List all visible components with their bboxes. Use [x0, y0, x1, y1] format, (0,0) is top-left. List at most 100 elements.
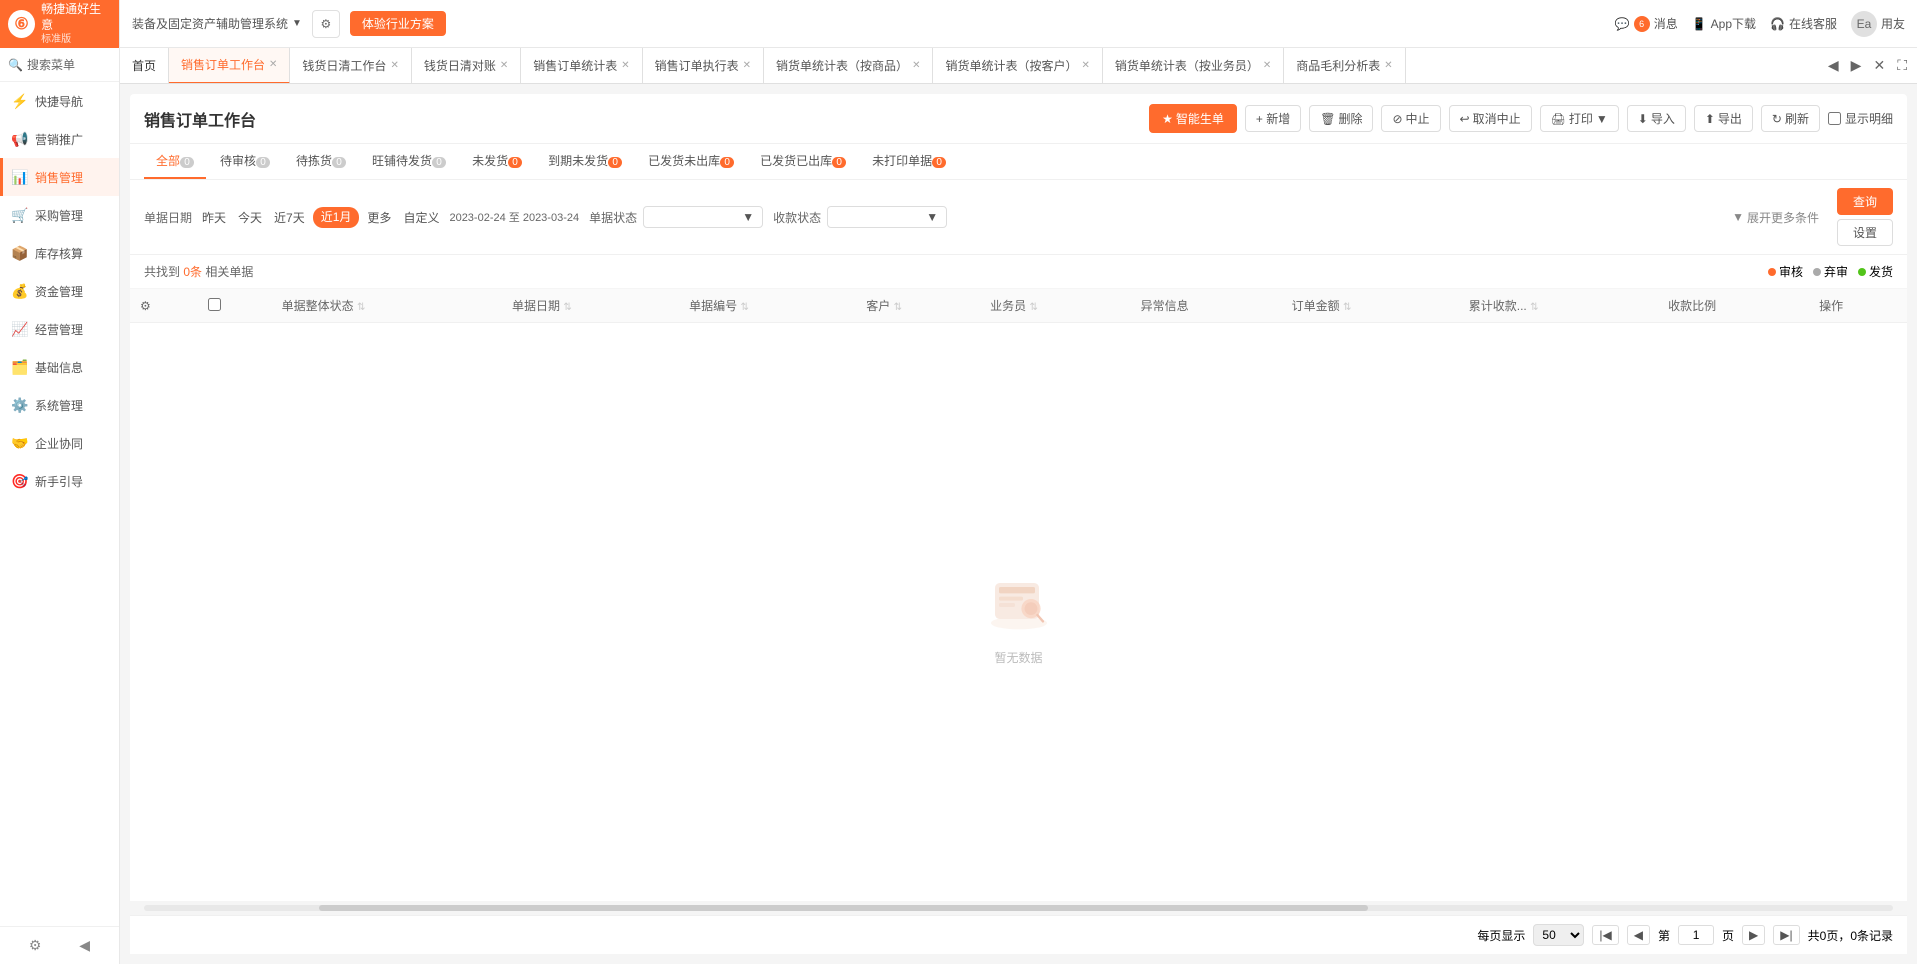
sidebar-item-basic-info[interactable]: 🗂️ 基础信息 [0, 348, 119, 386]
date-opt-1month[interactable]: 近1月 [313, 207, 360, 228]
sidebar-item-guide[interactable]: 🎯 新手引导 [0, 462, 119, 500]
sidebar-item-finance[interactable]: 💰 资金管理 [0, 272, 119, 310]
date-opt-custom[interactable]: 自定义 [399, 207, 443, 228]
tab-close-sales-workbench[interactable]: ✕ [269, 59, 277, 70]
page-input[interactable] [1678, 925, 1714, 945]
col-received[interactable]: 累计收款... ⇅ [1459, 289, 1658, 323]
user-menu-btn[interactable]: Ea 用友 [1851, 11, 1905, 37]
stop-icon: ⊘ [1392, 112, 1402, 126]
tab-close-cash-daily[interactable]: ✕ [390, 60, 398, 71]
col-bill-date[interactable]: 单据日期 ⇅ [502, 289, 679, 323]
expand-filter-btn[interactable]: ▼ 展开更多条件 [1732, 209, 1819, 226]
topbar-settings-btn[interactable]: ⚙ [312, 10, 340, 38]
sidebar-item-marketing[interactable]: 📢 营销推广 [0, 120, 119, 158]
tab-sales-exec[interactable]: 销售订单执行表 ✕ [643, 48, 764, 84]
date-opt-7days[interactable]: 近7天 [270, 207, 309, 228]
tab-close-sales-summary-product[interactable]: ✕ [912, 60, 920, 71]
query-btn[interactable]: 查询 [1837, 188, 1893, 215]
sidebar-item-cooperation[interactable]: 🤝 企业协同 [0, 424, 119, 462]
sub-tab-not-shipped[interactable]: 未发货0 [460, 144, 534, 179]
sub-tab-wangpu-pending[interactable]: 旺铺待发货0 [360, 144, 458, 179]
set-btn[interactable]: 设置 [1837, 219, 1893, 246]
col-customer[interactable]: 客户 ⇅ [856, 289, 980, 323]
print-btn[interactable]: 🖨 打印 ▼ [1540, 105, 1619, 132]
app-download-btn[interactable]: 📱 App下载 [1692, 15, 1756, 32]
page-last-btn[interactable]: ▶| [1773, 925, 1799, 945]
select-all-checkbox[interactable] [208, 298, 221, 311]
settings-bottom-icon[interactable]: ⚙ [29, 937, 42, 954]
tabs-maximize-btn[interactable]: ⛶ [1893, 55, 1911, 76]
refresh-btn[interactable]: ↻ 刷新 [1761, 105, 1820, 132]
count-value: 0条 [183, 265, 202, 279]
sub-tab-not-printed[interactable]: 未打印单据0 [860, 144, 958, 179]
status-select[interactable]: ▼ [643, 206, 763, 228]
sidebar-item-system[interactable]: ⚙️ 系统管理 [0, 386, 119, 424]
sub-tab-pending-review[interactable]: 待审核0 [208, 144, 282, 179]
sub-tab-shipped-not-in[interactable]: 已发货未出库0 [636, 144, 746, 179]
delete-btn[interactable]: 🗑 删除 [1309, 105, 1373, 132]
revoke-action[interactable]: 弃审 [1813, 263, 1848, 280]
tab-sales-summary-product[interactable]: 销货单统计表（按商品） ✕ [764, 48, 933, 84]
sidebar-item-sales[interactable]: 📊 销售管理 [0, 158, 119, 196]
new-btn[interactable]: + 新增 [1245, 105, 1301, 132]
search-menu-btn[interactable]: 🔍 搜索菜单 [0, 48, 119, 82]
system-selector[interactable]: 装备及固定资产辅助管理系统 ▼ [132, 15, 302, 32]
col-bill-no[interactable]: 单据编号 ⇅ [679, 289, 856, 323]
message-btn[interactable]: 💬 6 消息 [1615, 15, 1678, 32]
show-detail-checkbox-label[interactable]: 显示明细 [1828, 110, 1893, 127]
collapse-sidebar-btn[interactable]: ◀ [79, 937, 90, 954]
tab-sales-stats[interactable]: 销售订单统计表 ✕ [521, 48, 642, 84]
tab-close-sales-exec[interactable]: ✕ [743, 60, 751, 71]
date-opt-today[interactable]: 今天 [234, 207, 266, 228]
page-next-btn[interactable]: ▶ [1742, 925, 1765, 945]
col-checkbox[interactable] [198, 289, 271, 323]
col-amount[interactable]: 订单金额 ⇅ [1282, 289, 1459, 323]
page-first-btn[interactable]: |◀ [1592, 925, 1618, 945]
ship-action[interactable]: 发货 [1858, 263, 1893, 280]
sub-tab-shipped-in[interactable]: 已发货已出库0 [748, 144, 858, 179]
sidebar-item-inventory[interactable]: 📦 库存核算 [0, 234, 119, 272]
tab-sales-summary-staff[interactable]: 销货单统计表（按业务员） ✕ [1103, 48, 1284, 84]
tab-close-sales-summary-staff[interactable]: ✕ [1263, 60, 1271, 71]
export-btn[interactable]: ⬆ 导出 [1694, 105, 1753, 132]
sub-tab-pending-pick[interactable]: 待拣货0 [284, 144, 358, 179]
import-btn[interactable]: ⬇ 导入 [1627, 105, 1686, 132]
cancel-stop-btn[interactable]: ↩ 取消中止 [1449, 105, 1532, 132]
review-action[interactable]: 审核 [1768, 263, 1803, 280]
sub-tab-expired-not-shipped[interactable]: 到期未发货0 [536, 144, 634, 179]
tab-close-sales-summary-customer[interactable]: ✕ [1081, 60, 1089, 71]
industry-btn[interactable]: 体验行业方案 [350, 11, 446, 36]
date-opt-more[interactable]: 更多 [363, 207, 395, 228]
sidebar-item-operation[interactable]: 📈 经营管理 [0, 310, 119, 348]
stop-btn[interactable]: ⊘ 中止 [1381, 105, 1440, 132]
tabs-next-btn[interactable]: ▶ [1847, 55, 1866, 76]
sub-tab-all[interactable]: 全部0 [144, 144, 206, 179]
scrollbar-track[interactable] [144, 905, 1893, 911]
tab-cash-reconcile[interactable]: 钱货日清对账 ✕ [412, 48, 521, 84]
tab-cash-daily[interactable]: 钱货日清工作台 ✕ [290, 48, 411, 84]
tab-close-cash-reconcile[interactable]: ✕ [500, 60, 508, 71]
col-staff[interactable]: 业务员 ⇅ [980, 289, 1130, 323]
horizontal-scrollbar[interactable] [130, 901, 1907, 915]
tab-close-product-margin[interactable]: ✕ [1384, 60, 1392, 71]
tabs-prev-btn[interactable]: ◀ [1824, 55, 1843, 76]
tab-product-margin[interactable]: 商品毛利分析表 ✕ [1284, 48, 1405, 84]
tab-close-sales-stats[interactable]: ✕ [621, 60, 629, 71]
col-bill-status[interactable]: 单据整体状态 ⇅ [272, 289, 502, 323]
tab-home[interactable]: 首页 [120, 48, 169, 84]
tab-sales-workbench[interactable]: 销售订单工作台 ✕ [169, 48, 290, 84]
sidebar-item-purchase[interactable]: 🛒 采购管理 [0, 196, 119, 234]
col-settings[interactable]: ⚙ [130, 289, 198, 323]
sidebar-item-quick-nav[interactable]: ⚡ 快捷导航 [0, 82, 119, 120]
import-icon: ⬇ [1638, 112, 1648, 126]
page-prev-btn[interactable]: ◀ [1627, 925, 1650, 945]
tab-sales-summary-customer[interactable]: 销货单统计表（按客户） ✕ [933, 48, 1102, 84]
payment-select[interactable]: ▼ [827, 206, 947, 228]
tabs-close-btn[interactable]: ✕ [1869, 55, 1889, 76]
smart-gen-btn[interactable]: ★ 智能生单 [1149, 104, 1237, 133]
show-detail-checkbox[interactable] [1828, 112, 1841, 125]
date-opt-yesterday[interactable]: 昨天 [198, 207, 230, 228]
online-service-btn[interactable]: 🎧 在线客服 [1770, 15, 1837, 32]
per-page-select[interactable]: 50 100 200 [1533, 924, 1584, 946]
scrollbar-thumb[interactable] [319, 905, 1368, 911]
